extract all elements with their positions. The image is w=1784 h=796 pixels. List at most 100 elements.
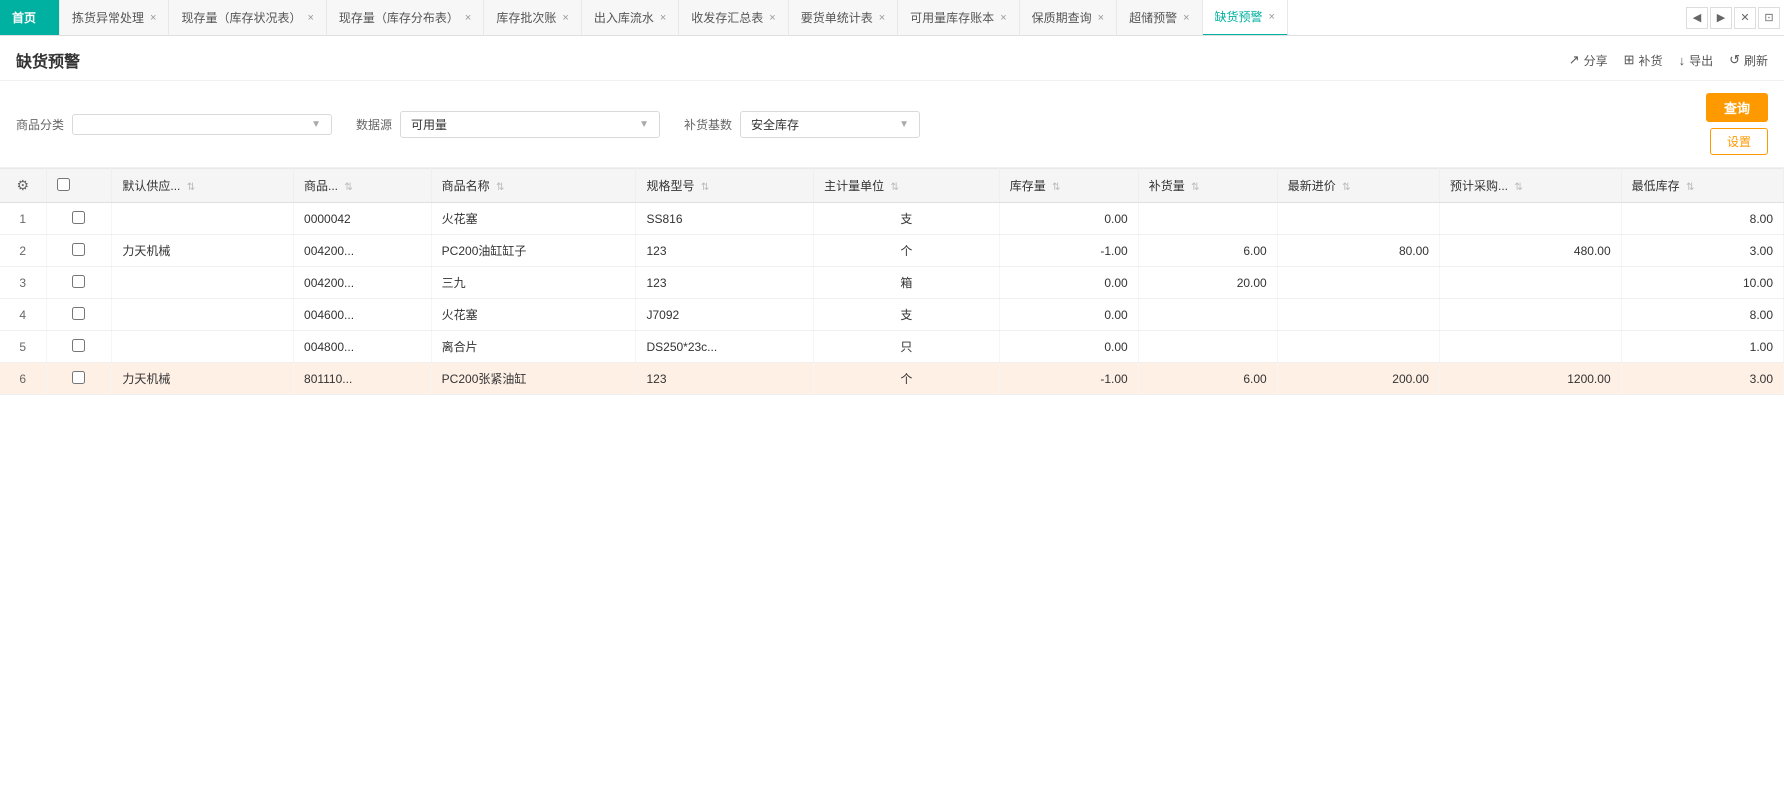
th-latest-price[interactable]: 最新进价 ⇅ bbox=[1277, 169, 1439, 203]
row-check-2[interactable] bbox=[72, 243, 85, 256]
th-min-stock-label: 最低库存 bbox=[1632, 179, 1680, 193]
row-estimated-purchase-5 bbox=[1439, 331, 1621, 363]
row-restock-qty-3: 20.00 bbox=[1138, 267, 1277, 299]
th-settings[interactable]: ⚙ bbox=[0, 169, 46, 203]
row-checkbox-5[interactable] bbox=[46, 331, 112, 363]
select-all-checkbox[interactable] bbox=[57, 178, 70, 191]
row-num-4: 4 bbox=[0, 299, 46, 331]
th-min-stock[interactable]: 最低库存 ⇅ bbox=[1621, 169, 1783, 203]
restock-label: 补货 bbox=[1639, 52, 1663, 69]
tab-available-ledger-close[interactable]: × bbox=[1000, 12, 1006, 24]
tab-exception-close[interactable]: × bbox=[150, 12, 156, 24]
tab-nav-expand[interactable]: ⊡ bbox=[1758, 7, 1780, 29]
datasource-select[interactable]: 可用量 ▼ bbox=[400, 111, 660, 138]
tab-expiry-query[interactable]: 保质期查询 × bbox=[1020, 0, 1117, 36]
tab-batch-account-close[interactable]: × bbox=[562, 12, 568, 24]
query-button[interactable]: 查询 bbox=[1706, 93, 1768, 122]
row-stock-qty-1: 0.00 bbox=[999, 203, 1138, 235]
row-product-name-1: 火花塞 bbox=[431, 203, 636, 235]
tab-inout-flow-close[interactable]: × bbox=[660, 12, 666, 24]
tab-inout-flow[interactable]: 出入库流水 × bbox=[582, 0, 679, 36]
th-product-name[interactable]: 商品名称 ⇅ bbox=[431, 169, 636, 203]
row-check-6[interactable] bbox=[72, 371, 85, 384]
tab-batch-account[interactable]: 库存批次账 × bbox=[484, 0, 581, 36]
table-row: 2 力天机械 004200... PC200油缸缸子 123 个 -1.00 6… bbox=[0, 235, 1784, 267]
tab-order-stats[interactable]: 要货单统计表 × bbox=[789, 0, 898, 36]
row-product-code-3: 004200... bbox=[294, 267, 432, 299]
tab-shortage[interactable]: 缺货预警 × bbox=[1203, 0, 1288, 36]
refresh-button[interactable]: ↺ 刷新 bbox=[1729, 52, 1768, 69]
restock-button[interactable]: ⊞ 补货 bbox=[1624, 52, 1663, 69]
tab-nav-next[interactable]: ▶ bbox=[1710, 7, 1732, 29]
gear-icon[interactable]: ⚙ bbox=[16, 177, 29, 193]
th-restock-qty-sort: ⇅ bbox=[1191, 182, 1199, 193]
tab-inventory-status[interactable]: 现存量（库存状况表） × bbox=[169, 0, 326, 36]
row-product-code-5: 004800... bbox=[294, 331, 432, 363]
row-checkbox-6[interactable] bbox=[46, 363, 112, 395]
share-button[interactable]: ↗ 分享 bbox=[1569, 52, 1608, 69]
tab-overstock[interactable]: 超储预警 × bbox=[1117, 0, 1202, 36]
th-stock-qty[interactable]: 库存量 ⇅ bbox=[999, 169, 1138, 203]
tab-home[interactable]: 首页 bbox=[0, 0, 60, 36]
tab-inventory-status-label: 现存量（库存状况表） bbox=[181, 9, 301, 26]
tab-collection-summary-close[interactable]: × bbox=[769, 12, 775, 24]
category-filter: 商品分类 ▼ bbox=[16, 114, 332, 135]
row-checkbox-2[interactable] bbox=[46, 235, 112, 267]
tab-overstock-close[interactable]: × bbox=[1183, 12, 1189, 24]
row-stock-qty-2: -1.00 bbox=[999, 235, 1138, 267]
row-check-3[interactable] bbox=[72, 275, 85, 288]
row-product-name-4: 火花塞 bbox=[431, 299, 636, 331]
row-supplier-1 bbox=[112, 203, 294, 235]
th-default-supplier-label: 默认供应... bbox=[122, 179, 180, 193]
tab-available-ledger-label: 可用量库存账本 bbox=[910, 9, 994, 26]
category-select[interactable]: ▼ bbox=[72, 114, 332, 135]
tab-bar: 首页 拣货异常处理 × 现存量（库存状况表） × 现存量（库存分布表） × 库存… bbox=[0, 0, 1784, 36]
th-restock-qty[interactable]: 补货量 ⇅ bbox=[1138, 169, 1277, 203]
row-min-stock-4: 8.00 bbox=[1621, 299, 1783, 331]
row-check-1[interactable] bbox=[72, 211, 85, 224]
row-product-code-4: 004600... bbox=[294, 299, 432, 331]
row-min-stock-6: 3.00 bbox=[1621, 363, 1783, 395]
row-latest-price-1 bbox=[1277, 203, 1439, 235]
filter-actions: 查询 设置 bbox=[1706, 93, 1768, 155]
row-checkbox-1[interactable] bbox=[46, 203, 112, 235]
category-label: 商品分类 bbox=[16, 116, 64, 133]
th-checkbox[interactable] bbox=[46, 169, 112, 203]
tab-collection-summary[interactable]: 收发存汇总表 × bbox=[679, 0, 788, 36]
row-product-code-2: 004200... bbox=[294, 235, 432, 267]
th-unit[interactable]: 主计量单位 ⇅ bbox=[814, 169, 1000, 203]
row-min-stock-2: 3.00 bbox=[1621, 235, 1783, 267]
tab-exception[interactable]: 拣货异常处理 × bbox=[60, 0, 169, 36]
row-checkbox-4[interactable] bbox=[46, 299, 112, 331]
row-check-4[interactable] bbox=[72, 307, 85, 320]
row-num-3: 3 bbox=[0, 267, 46, 299]
tab-inventory-dist[interactable]: 现存量（库存分布表） × bbox=[327, 0, 484, 36]
tab-nav-prev[interactable]: ◀ bbox=[1686, 7, 1708, 29]
tab-expiry-query-close[interactable]: × bbox=[1098, 12, 1104, 24]
row-stock-qty-4: 0.00 bbox=[999, 299, 1138, 331]
row-supplier-4 bbox=[112, 299, 294, 331]
tab-available-ledger[interactable]: 可用量库存账本 × bbox=[898, 0, 1019, 36]
th-default-supplier[interactable]: 默认供应... ⇅ bbox=[112, 169, 294, 203]
th-stock-qty-label: 库存量 bbox=[1010, 179, 1046, 193]
row-unit-5: 只 bbox=[814, 331, 1000, 363]
datasource-filter: 数据源 可用量 ▼ bbox=[356, 111, 660, 138]
th-product-code[interactable]: 商品... ⇅ bbox=[294, 169, 432, 203]
tab-inventory-status-close[interactable]: × bbox=[307, 12, 313, 24]
row-spec-6: 123 bbox=[636, 363, 814, 395]
data-table: ⚙ 默认供应... ⇅ 商品... ⇅ 商品名称 ⇅ bbox=[0, 168, 1784, 395]
th-estimated-purchase[interactable]: 预计采购... ⇅ bbox=[1439, 169, 1621, 203]
export-button[interactable]: ↓ 导出 bbox=[1679, 52, 1714, 69]
restock-base-select[interactable]: 安全库存 ▼ bbox=[740, 111, 920, 138]
th-restock-qty-label: 补货量 bbox=[1149, 179, 1185, 193]
th-product-code-sort: ⇅ bbox=[344, 182, 352, 193]
th-spec[interactable]: 规格型号 ⇅ bbox=[636, 169, 814, 203]
tab-inventory-dist-close[interactable]: × bbox=[465, 12, 471, 24]
tab-order-stats-close[interactable]: × bbox=[879, 12, 885, 24]
tab-shortage-close[interactable]: × bbox=[1269, 11, 1275, 23]
row-check-5[interactable] bbox=[72, 339, 85, 352]
tab-nav-close-current[interactable]: ✕ bbox=[1734, 7, 1756, 29]
row-restock-qty-4 bbox=[1138, 299, 1277, 331]
settings-button[interactable]: 设置 bbox=[1710, 128, 1768, 155]
row-checkbox-3[interactable] bbox=[46, 267, 112, 299]
